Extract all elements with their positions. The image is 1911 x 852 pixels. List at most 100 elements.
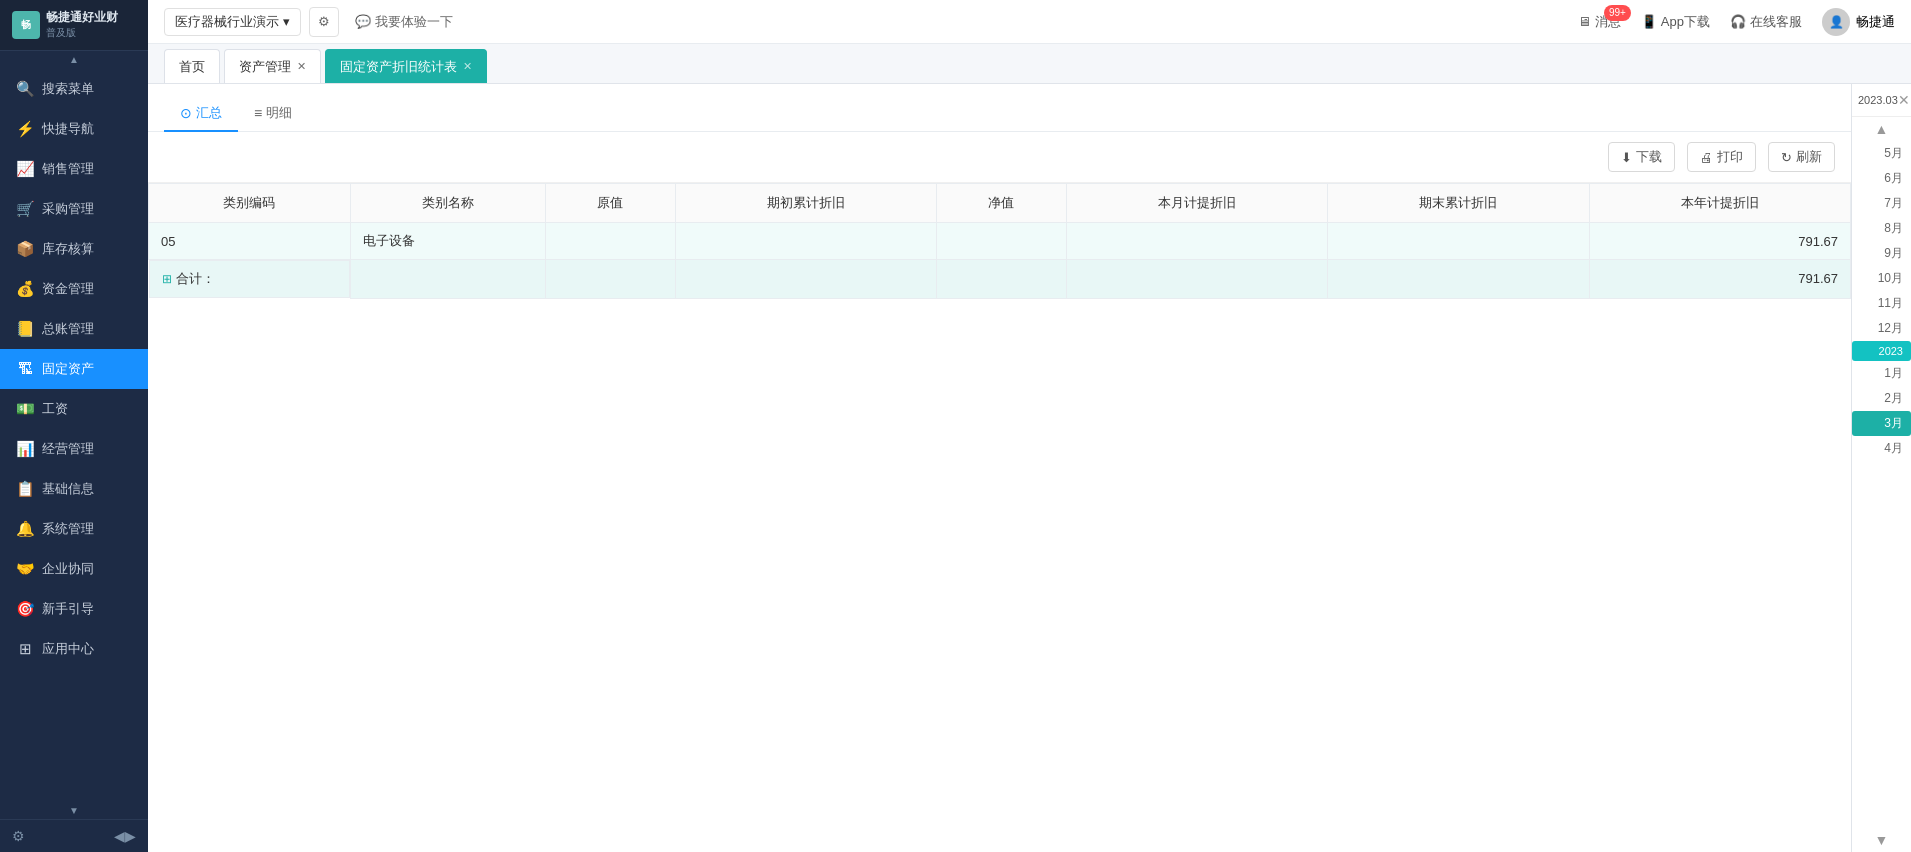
timeline-month-7[interactable]: 7月 xyxy=(1852,191,1911,216)
app-download-button[interactable]: 📱 App下载 xyxy=(1641,13,1710,31)
sidebar-item-sys-mgmt[interactable]: 🔔 系统管理 xyxy=(0,509,148,549)
timeline-month-9[interactable]: 9月 xyxy=(1852,241,1911,266)
total-net-value xyxy=(937,260,1066,299)
timeline-month-12[interactable]: 12月 xyxy=(1852,316,1911,341)
content-area: ⊙ 汇总 ≡ 明细 ⬇ 下载 🖨 打印 ↻ xyxy=(148,84,1851,852)
company-selector[interactable]: 医疗器械行业演示 ▾ xyxy=(164,8,301,36)
cell-original xyxy=(546,223,675,260)
timeline-scroll-up-button[interactable]: ▲ xyxy=(1871,117,1893,141)
refresh-button[interactable]: ↻ 刷新 xyxy=(1768,142,1835,172)
user-area[interactable]: 👤 畅捷通 xyxy=(1822,8,1895,36)
cell-annual-dep: 791.67 xyxy=(1589,223,1850,260)
sidebar-scroll-down[interactable]: ▼ xyxy=(0,801,148,819)
sidebar-item-quick-nav[interactable]: ⚡快捷导航 xyxy=(0,109,148,149)
experience-icon: 💬 xyxy=(355,14,371,29)
timeline-months-area: 5月 6月 7月 8月 9月 10月 11月 12月 2023 1月 2月 3月… xyxy=(1852,141,1911,828)
timeline-month-11[interactable]: 11月 xyxy=(1852,291,1911,316)
avatar-icon: 👤 xyxy=(1829,15,1844,29)
sidebar-title-wrap: 畅捷通好业财 普及版 xyxy=(46,10,118,40)
timeline-month-10[interactable]: 10月 xyxy=(1852,266,1911,291)
sidebar-item-operations[interactable]: 📊 经营管理 xyxy=(0,429,148,469)
online-service-button[interactable]: 🎧 在线客服 xyxy=(1730,13,1802,31)
timeline-month-5[interactable]: 5月 xyxy=(1852,141,1911,166)
table-total-row: ⊞ 合计： 791.67 xyxy=(149,260,1851,299)
sidebar-item-beginner[interactable]: 🎯 新手引导 xyxy=(0,589,148,629)
timeline-month-6[interactable]: 6月 xyxy=(1852,166,1911,191)
timeline-header: 2023.03 ✕ ⤢ xyxy=(1852,84,1911,117)
app-download-label: App下载 xyxy=(1661,13,1710,31)
topbar-settings-button[interactable]: ⚙ xyxy=(309,7,339,37)
sidebar: 畅 畅捷通好业财 普及版 ▲ 🔍搜索菜单⚡快捷导航📈销售管理🛒采购管理📦库存核算… xyxy=(0,0,148,852)
table-header-row: 类别编码 类别名称 原值 期初累计折旧 净值 本月计提折旧 期末累计折旧 本年计… xyxy=(149,184,1851,223)
tab-asset-management[interactable]: 资产管理 ✕ xyxy=(224,49,321,83)
logo-icon: 畅 xyxy=(12,11,40,39)
sidebar-item-purchase[interactable]: 🛒采购管理 xyxy=(0,189,148,229)
sidebar-item-enterprise[interactable]: 🤝企业协同 xyxy=(0,549,148,589)
tab-depreciation-report[interactable]: 固定资产折旧统计表 ✕ xyxy=(325,49,487,83)
company-name: 医疗器械行业演示 xyxy=(175,13,279,31)
experience-button[interactable]: 💬 我要体验一下 xyxy=(355,13,453,31)
sidebar-item-ledger[interactable]: 📒总账管理 xyxy=(0,309,148,349)
base-info-icon: 📋 xyxy=(16,480,34,498)
sidebar-item-label-finance: 资金管理 xyxy=(42,280,94,298)
sub-tabs: ⊙ 汇总 ≡ 明细 xyxy=(148,84,1851,132)
tab-depreciation-report-close[interactable]: ✕ xyxy=(463,60,472,73)
messages-button[interactable]: 🖥 消息 99+ xyxy=(1578,13,1621,31)
sidebar-item-payroll[interactable]: 💵工资 xyxy=(0,389,148,429)
quick-nav-icon: ⚡ xyxy=(16,120,34,138)
beginner-icon: 🎯 xyxy=(16,600,34,618)
avatar: 👤 xyxy=(1822,8,1850,36)
sidebar-scroll-up[interactable]: ▲ xyxy=(0,51,148,69)
sidebar-item-search[interactable]: 🔍搜索菜单 xyxy=(0,69,148,109)
sidebar-item-finance[interactable]: 💰资金管理 xyxy=(0,269,148,309)
sidebar-item-inventory[interactable]: 📦库存核算 xyxy=(0,229,148,269)
sys-mgmt-icon: 🔔 xyxy=(16,520,34,538)
download-button[interactable]: ⬇ 下载 xyxy=(1608,142,1675,172)
sidebar-header: 畅 畅捷通好业财 普及版 xyxy=(0,0,148,51)
tab-home[interactable]: 首页 xyxy=(164,49,220,83)
sidebar-footer: ⚙ ◀▶ xyxy=(0,819,148,852)
print-button[interactable]: 🖨 打印 xyxy=(1687,142,1756,172)
table-wrap: 类别编码 类别名称 原值 期初累计折旧 净值 本月计提折旧 期末累计折旧 本年计… xyxy=(148,183,1851,852)
cell-code: 05 xyxy=(149,223,351,260)
timeline-close-button[interactable]: ✕ xyxy=(1898,92,1910,108)
operations-icon: 📊 xyxy=(16,440,34,458)
sidebar-item-base-info[interactable]: 📋 基础信息 xyxy=(0,469,148,509)
sub-tab-summary-label: 汇总 xyxy=(196,104,222,122)
app-title: 畅捷通好业财 xyxy=(46,10,118,26)
sidebar-item-label-base-info: 基础信息 xyxy=(42,480,94,498)
total-label: 合计： xyxy=(176,270,215,288)
collapse-sidebar-icon[interactable]: ◀▶ xyxy=(114,828,136,844)
sidebar-item-label-beginner: 新手引导 xyxy=(42,600,94,618)
sidebar-item-label-sys-mgmt: 系统管理 xyxy=(42,520,94,538)
topbar-right: 🖥 消息 99+ 📱 App下载 🎧 在线客服 👤 畅捷通 xyxy=(1578,8,1895,36)
timeline-panel: 2023.03 ✕ ⤢ ▲ 5月 6月 7月 8月 9月 10月 11月 12月… xyxy=(1851,84,1911,852)
sub-tab-detail[interactable]: ≡ 明细 xyxy=(238,96,308,132)
sub-tab-summary[interactable]: ⊙ 汇总 xyxy=(164,96,238,132)
search-icon: 🔍 xyxy=(16,80,34,98)
sidebar-item-label-app-center: 应用中心 xyxy=(42,640,94,658)
col-period-end-dep: 期末累计折旧 xyxy=(1328,184,1589,223)
timeline-month-2023-1[interactable]: 1月 xyxy=(1852,361,1911,386)
timeline-scroll-down-button[interactable]: ▼ xyxy=(1871,828,1893,852)
sidebar-nav: 🔍搜索菜单⚡快捷导航📈销售管理🛒采购管理📦库存核算💰资金管理📒总账管理🏗固定资产… xyxy=(0,69,148,801)
timeline-year-2023-tag[interactable]: 2023 xyxy=(1852,341,1911,361)
total-initial-dep xyxy=(675,260,936,299)
fixed-assets-icon: 🏗 xyxy=(16,360,34,377)
sidebar-item-app-center[interactable]: ⊞应用中心 xyxy=(0,629,148,669)
cell-net-value xyxy=(937,223,1066,260)
table-row: 05 电子设备 791.67 xyxy=(149,223,1851,260)
settings-footer-icon[interactable]: ⚙ xyxy=(12,828,25,844)
refresh-label: 刷新 xyxy=(1796,148,1822,166)
ledger-icon: 📒 xyxy=(16,320,34,338)
sidebar-item-label-operations: 经营管理 xyxy=(42,440,94,458)
tab-asset-management-close[interactable]: ✕ xyxy=(297,60,306,73)
sidebar-item-sales[interactable]: 📈销售管理 xyxy=(0,149,148,189)
tab-home-label: 首页 xyxy=(179,58,205,76)
sidebar-item-fixed-assets[interactable]: 🏗固定资产 xyxy=(0,349,148,389)
timeline-month-2023-4[interactable]: 4月 xyxy=(1852,436,1911,461)
timeline-month-8[interactable]: 8月 xyxy=(1852,216,1911,241)
print-label: 打印 xyxy=(1717,148,1743,166)
timeline-month-2023-3[interactable]: 3月 xyxy=(1852,411,1911,436)
timeline-month-2023-2[interactable]: 2月 xyxy=(1852,386,1911,411)
